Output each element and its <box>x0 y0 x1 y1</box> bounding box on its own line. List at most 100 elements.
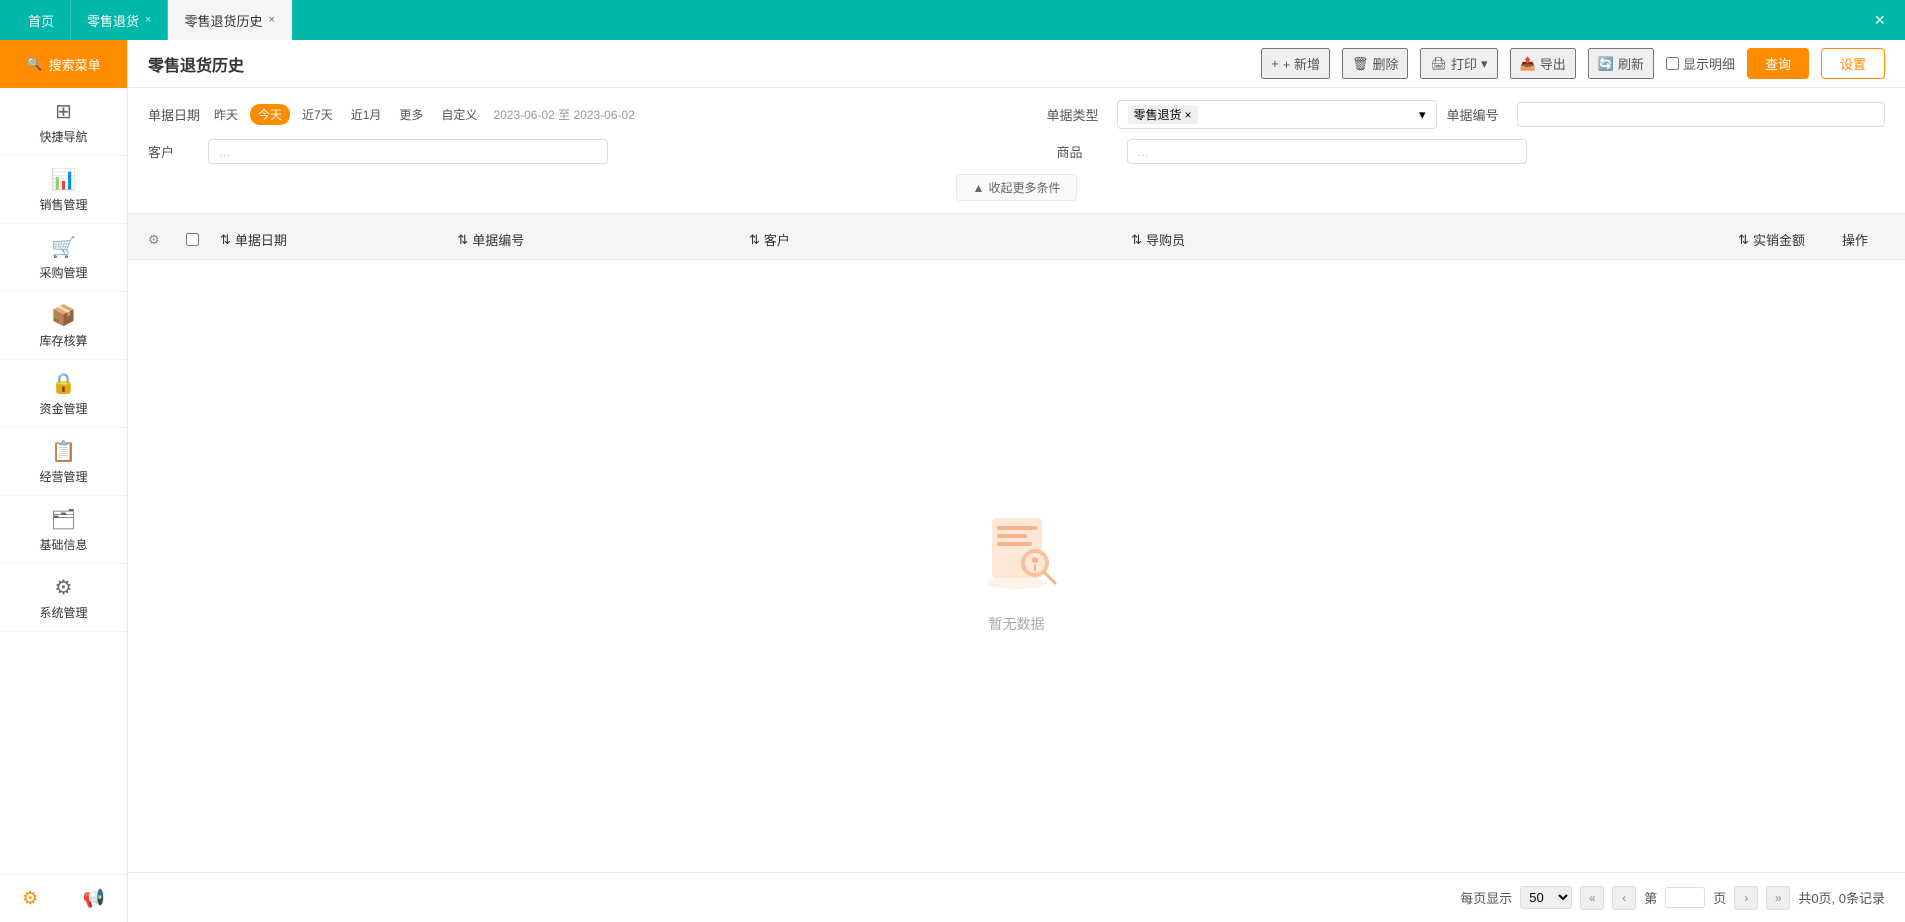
header-actions: + + 新增 🗑 删除 🖨 打印 ▾ 📤 导出 🔄 <box>1261 48 1885 79</box>
quick-nav-icon: ⊞ <box>55 99 72 124</box>
th-number[interactable]: ⇅ 单据编号 <box>447 230 739 249</box>
pagination: 每页显示 50 20 100 « ‹ 第 1 页 › » 共0页, 0条记录 <box>128 872 1905 922</box>
type-filter-select[interactable]: 零售退货 × ▾ <box>1117 100 1437 129</box>
tab-retail-return-close[interactable]: × <box>145 14 151 26</box>
sidebar-item-sales-mgmt[interactable]: 📊 销售管理 <box>0 156 127 224</box>
type-select-chevron: ▾ <box>1419 107 1426 123</box>
new-button[interactable]: + + 新增 <box>1261 48 1330 79</box>
page-number-input[interactable]: 1 <box>1665 887 1705 908</box>
sidebar-item-basic-info-label: 基础信息 <box>39 536 87 553</box>
refresh-button[interactable]: 🔄 刷新 <box>1588 48 1654 79</box>
delete-icon: 🗑 <box>1352 56 1369 72</box>
settings-button[interactable]: 设置 <box>1821 48 1885 79</box>
th-customer[interactable]: ⇅ 客户 <box>739 230 1121 249</box>
query-button[interactable]: 查询 <box>1747 48 1809 79</box>
th-num-sort-icon: ⇅ <box>457 232 468 248</box>
collapse-row: ▲ 收起更多条件 <box>148 174 1885 201</box>
print-icon: 🖨 <box>1430 56 1447 72</box>
sidebar-bottom: ⚙ 📢 <box>0 874 127 922</box>
customer-filter-select[interactable]: ... <box>208 139 608 164</box>
refresh-icon: 🔄 <box>1598 56 1614 72</box>
collapse-button[interactable]: ▲ 收起更多条件 <box>956 174 1078 201</box>
sidebar-item-ops-label: 经营管理 <box>39 468 87 485</box>
date-yesterday[interactable]: 昨天 <box>208 104 244 125</box>
th-customer-sort-icon: ⇅ <box>749 232 760 248</box>
type-tag: 零售退货 × <box>1128 105 1198 124</box>
finance-icon: 🔒 <box>51 371 76 396</box>
purchase-icon: 🛒 <box>51 235 76 260</box>
sidebar-item-sys-mgmt[interactable]: ⚙ 系统管理 <box>0 564 127 632</box>
sidebar-item-quick-nav[interactable]: ⊞ 快捷导航 <box>0 88 127 156</box>
sidebar-item-inventory[interactable]: 📦 库存核算 <box>0 292 127 360</box>
export-icon: 📤 <box>1520 56 1536 72</box>
date-month[interactable]: 近1月 <box>345 104 388 125</box>
tab-retail-return-label: 零售退货 <box>87 11 139 30</box>
filter-row-1: 单据日期 昨天 今天 近7天 近1月 更多 自定义 2023-06-02 至 2… <box>148 100 1885 129</box>
tab-home-label: 首页 <box>28 11 54 30</box>
tab-retail-return-history-close[interactable]: × <box>268 14 274 26</box>
new-icon: + <box>1271 56 1279 71</box>
sidebar-item-finance-label: 资金管理 <box>39 400 87 417</box>
table-area: ⚙ ⇅ 单据日期 ⇅ 单据编号 ⇅ 客户 ⇅ 导购员 <box>128 220 1905 922</box>
date-custom[interactable]: 自定义 <box>435 104 483 125</box>
content-area: 零售退货历史 + + 新增 🗑 删除 🖨 打印 ▾ 📤 导出 <box>128 40 1905 922</box>
date-filters: 昨天 今天 近7天 近1月 更多 自定义 2023-06-02 至 2023-0… <box>208 104 1047 125</box>
page-label: 第 <box>1644 888 1657 907</box>
ops-icon: 📋 <box>51 439 76 464</box>
print-button[interactable]: 🖨 打印 ▾ <box>1420 48 1497 79</box>
tab-home[interactable]: 首页 <box>12 0 71 40</box>
date-week[interactable]: 近7天 <box>296 104 339 125</box>
th-amount-sort-icon: ⇅ <box>1738 232 1749 248</box>
sidebar-search[interactable]: 🔍 搜索菜单 <box>0 40 127 88</box>
th-guide[interactable]: ⇅ 导购员 <box>1121 230 1413 249</box>
per-page-select[interactable]: 50 20 100 <box>1520 886 1572 909</box>
page-first-button[interactable]: « <box>1580 886 1604 910</box>
window-close-button[interactable]: × <box>1866 10 1893 31</box>
select-all-checkbox[interactable] <box>186 233 199 246</box>
collapse-up-icon: ▲ <box>973 181 985 195</box>
top-bar: 首页 零售退货 × 零售退货历史 × × <box>0 0 1905 40</box>
main-layout: 🔍 搜索菜单 ⊞ 快捷导航 📊 销售管理 🛒 采购管理 📦 库存核算 🔒 资金管… <box>0 40 1905 922</box>
type-tag-close[interactable]: × <box>1185 108 1192 122</box>
sidebar-search-label: 搜索菜单 <box>49 55 101 74</box>
page-prev-button[interactable]: ‹ <box>1612 886 1636 910</box>
sidebar-item-ops[interactable]: 📋 经营管理 <box>0 428 127 496</box>
sidebar-settings-icon[interactable]: ⚙ <box>22 888 38 909</box>
goods-filter-label: 商品 <box>1057 142 1117 161</box>
filter-row-2: 客户 ... 商品 ... <box>148 139 1885 164</box>
export-button[interactable]: 📤 导出 <box>1510 48 1576 79</box>
page-next-button[interactable]: › <box>1734 886 1758 910</box>
show-detail-label: 显示明细 <box>1683 54 1735 73</box>
date-more[interactable]: 更多 <box>393 104 429 125</box>
th-date-sort-icon: ⇅ <box>220 232 231 248</box>
th-checkbox[interactable] <box>174 233 210 246</box>
empty-icon <box>967 498 1067 598</box>
show-detail-checkbox[interactable] <box>1666 57 1679 70</box>
num-filter-input[interactable] <box>1517 102 1886 127</box>
th-amount[interactable]: ⇅ 实销金额 <box>1614 230 1815 249</box>
date-today[interactable]: 今天 <box>250 104 290 125</box>
sidebar-item-finance[interactable]: 🔒 资金管理 <box>0 360 127 428</box>
tab-retail-return-history[interactable]: 零售退货历史 × <box>168 0 291 40</box>
delete-button[interactable]: 🗑 删除 <box>1342 48 1409 79</box>
tab-retail-return-history-label: 零售退货历史 <box>184 11 262 30</box>
th-date[interactable]: ⇅ 单据日期 <box>210 230 447 249</box>
show-detail-checkbox-label[interactable]: 显示明细 <box>1666 54 1735 73</box>
sidebar-item-basic-info[interactable]: 🗂 基础信息 <box>0 496 127 564</box>
th-settings[interactable]: ⚙ <box>138 232 174 248</box>
num-filter-label: 单据编号 <box>1447 105 1507 124</box>
tab-retail-return[interactable]: 零售退货 × <box>71 0 168 40</box>
customer-filter-label: 客户 <box>148 142 208 161</box>
page-last-button[interactable]: » <box>1766 886 1790 910</box>
sidebar-speaker-icon[interactable]: 📢 <box>82 888 104 909</box>
basic-info-icon: 🗂 <box>51 507 76 532</box>
inventory-icon: 📦 <box>51 303 76 328</box>
sidebar-item-sys-label: 系统管理 <box>39 604 87 621</box>
sys-icon: ⚙ <box>55 575 73 600</box>
goods-placeholder: ... <box>1138 144 1149 159</box>
customer-placeholder: ... <box>219 144 230 159</box>
goods-filter-select[interactable]: ... <box>1127 139 1527 164</box>
date-filter-label: 单据日期 <box>148 105 208 124</box>
th-guide-label: 导购员 <box>1146 230 1185 249</box>
sidebar-item-purchase-mgmt[interactable]: 🛒 采购管理 <box>0 224 127 292</box>
